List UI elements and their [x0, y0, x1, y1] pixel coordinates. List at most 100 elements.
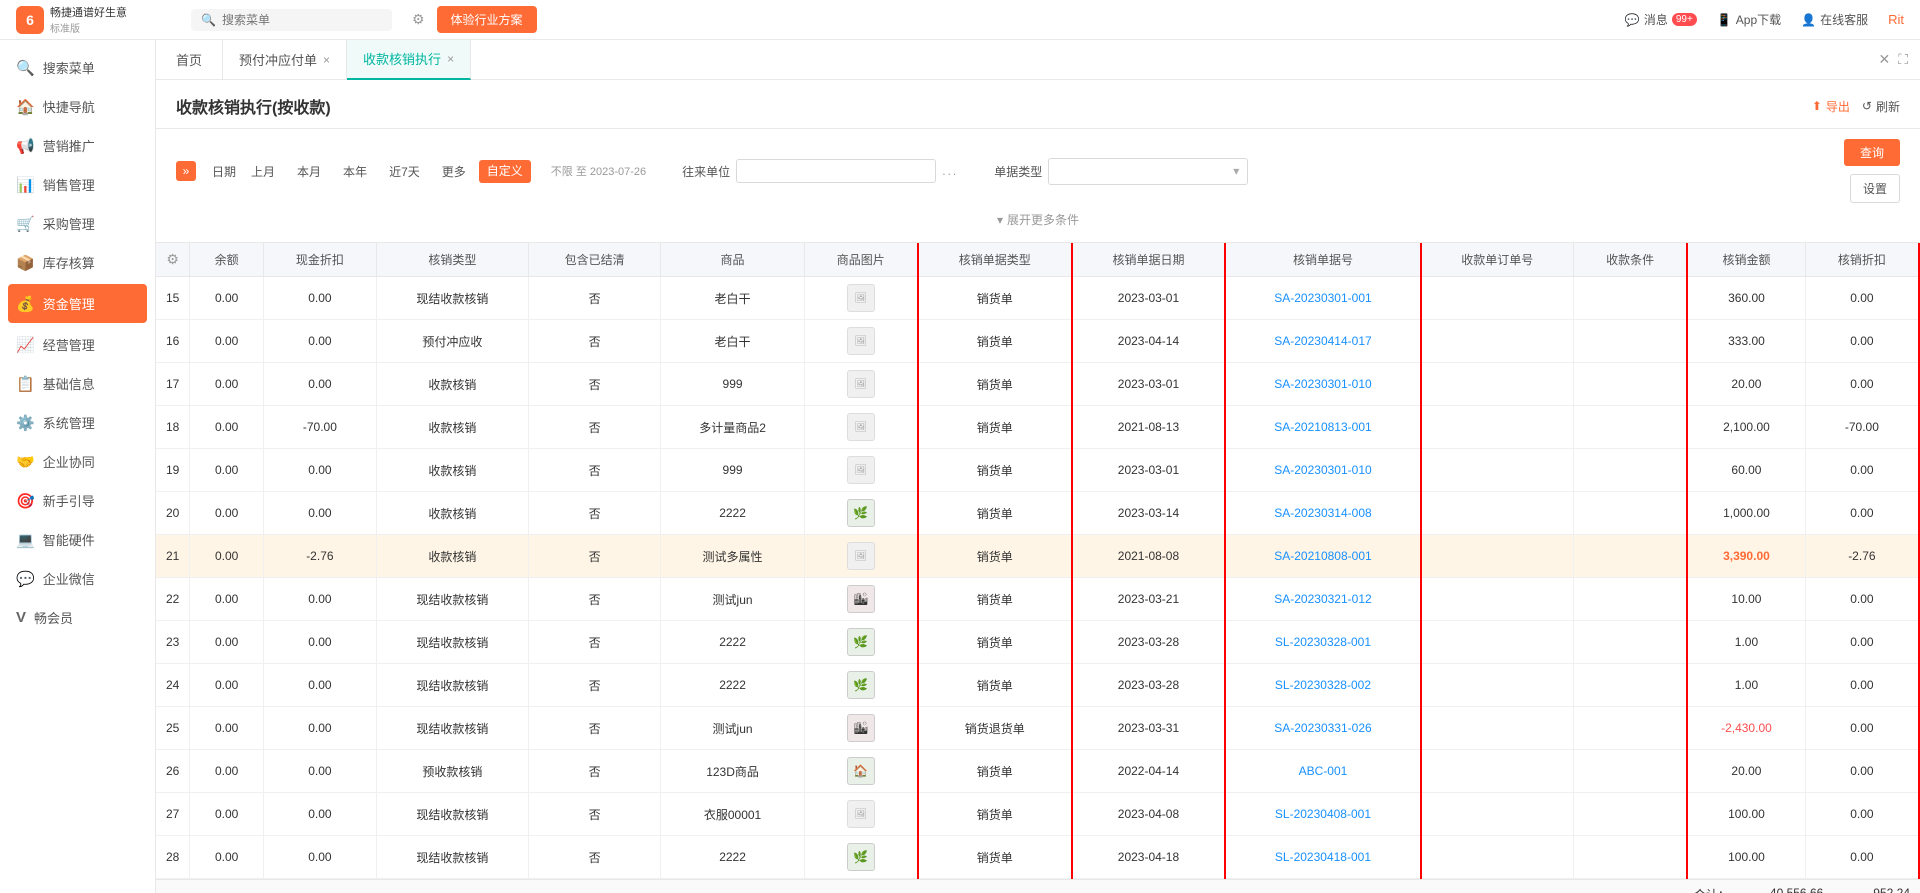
bill-no-link[interactable]: SA-20230321-012 [1274, 592, 1371, 606]
cell-bill-no[interactable]: SA-20230314-008 [1225, 492, 1420, 535]
gear-icon[interactable]: ⚙ [412, 11, 425, 28]
app-download-action[interactable]: 📱 App下载 [1717, 11, 1781, 28]
cell-included: 否 [528, 320, 660, 363]
sidebar-item-purchase[interactable]: 🛒 采购管理 [0, 204, 155, 243]
tab1-close-icon[interactable]: × [323, 53, 330, 67]
basic-icon: 📋 [16, 375, 35, 393]
cell-bill-date: 2023-04-14 [1072, 320, 1226, 363]
tab-prepay[interactable]: 预付冲应付单 × [223, 40, 347, 80]
sidebar-item-nav[interactable]: 🏠 快捷导航 [0, 87, 155, 126]
bill-no-link[interactable]: SA-20210808-001 [1274, 549, 1371, 563]
cell-discount: 0.00 [1805, 750, 1919, 793]
cell-bill-no[interactable]: SA-20230331-026 [1225, 707, 1420, 750]
online-service-action[interactable]: 👤 在线客服 [1801, 11, 1868, 28]
product-image-placeholder: 🖼 [847, 800, 875, 828]
cell-num: 18 [156, 406, 190, 449]
tab-home[interactable]: 首页 [156, 40, 223, 80]
refresh-button[interactable]: ↺ 刷新 [1862, 98, 1900, 115]
maximize-icon[interactable]: ⛶ [1898, 51, 1908, 68]
cell-bill-no[interactable]: SA-20230301-010 [1225, 363, 1420, 406]
product-image-placeholder: 🖼 [847, 542, 875, 570]
sidebar-item-search[interactable]: 🔍 搜索菜单 [0, 48, 155, 87]
bill-no-link[interactable]: SA-20230331-026 [1274, 721, 1371, 735]
last-month-btn[interactable]: 上月 [242, 160, 284, 183]
cell-bill-no[interactable]: ABC-001 [1225, 750, 1420, 793]
sidebar-item-sales[interactable]: 📊 销售管理 [0, 165, 155, 204]
bill-no-link[interactable]: ABC-001 [1299, 764, 1348, 778]
custom-btn[interactable]: 自定义 [479, 160, 531, 183]
this-month-btn[interactable]: 本月 [288, 160, 330, 183]
cell-condition [1574, 449, 1688, 492]
tab-verify[interactable]: 收款核销执行 × [347, 40, 471, 80]
close-window-icon[interactable]: ✕ [1878, 51, 1890, 68]
cell-order-no [1421, 578, 1574, 621]
cell-cash-discount: 0.00 [263, 277, 376, 320]
unit-input[interactable] [736, 159, 936, 183]
cell-condition [1574, 836, 1688, 879]
cell-product: 2222 [661, 621, 804, 664]
date-filter: 日期 上月 本月 本年 近7天 更多 自定义 [212, 160, 531, 183]
sidebar-item-guide[interactable]: 🎯 新手引导 [0, 481, 155, 520]
main: 首页 预付冲应付单 × 收款核销执行 × ✕ ⛶ 收款核销执行(按收款) ⬆ [156, 40, 1920, 893]
sidebar-item-inventory[interactable]: 📦 库存核算 [0, 243, 155, 282]
bill-no-link[interactable]: SA-20210813-001 [1274, 420, 1371, 434]
tab2-close-icon[interactable]: × [447, 52, 454, 66]
sidebar-item-collab[interactable]: 🤝 企业协同 [0, 442, 155, 481]
table-wrapper[interactable]: ⚙ 余额 现金折扣 核销类型 包含已结清 商品 商品图片 核销单据类型 核销单据… [156, 243, 1920, 893]
th-condition: 收款条件 [1574, 243, 1688, 277]
cell-bill-no[interactable]: SL-20230418-001 [1225, 836, 1420, 879]
sidebar-item-member[interactable]: V 畅会员 [0, 598, 155, 637]
search-input[interactable] [222, 13, 382, 27]
cell-condition [1574, 320, 1688, 363]
query-button[interactable]: 查询 [1844, 139, 1900, 166]
column-settings-icon[interactable]: ⚙ [166, 251, 179, 267]
cell-bill-no[interactable]: SL-20230408-001 [1225, 793, 1420, 836]
th-settings[interactable]: ⚙ [156, 243, 190, 277]
sidebar-item-system[interactable]: ⚙️ 系统管理 [0, 403, 155, 442]
brand-logo: 6 [16, 6, 44, 34]
sidebar-item-basic[interactable]: 📋 基础信息 [0, 364, 155, 403]
cell-condition [1574, 664, 1688, 707]
cell-bill-no[interactable]: SL-20230328-001 [1225, 621, 1420, 664]
bill-no-link[interactable]: SL-20230418-001 [1275, 850, 1371, 864]
cell-product-img: 🖼 [804, 320, 918, 363]
cell-bill-no[interactable]: SA-20210813-001 [1225, 406, 1420, 449]
more-btn[interactable]: 更多 [433, 160, 475, 183]
bill-no-link[interactable]: SL-20230328-002 [1275, 678, 1371, 692]
solution-button[interactable]: 体验行业方案 [437, 6, 537, 33]
cell-product-img: 🌿 [804, 836, 918, 879]
bill-no-link[interactable]: SA-20230301-010 [1274, 377, 1371, 391]
bill-no-link[interactable]: SA-20230301-001 [1274, 291, 1371, 305]
bill-no-link[interactable]: SL-20230328-001 [1275, 635, 1371, 649]
export-button[interactable]: ⬆ 导出 [1812, 98, 1850, 115]
search-box[interactable]: 🔍 [191, 9, 392, 31]
cell-bill-type: 销货单 [918, 535, 1072, 578]
bill-no-link[interactable]: SL-20230408-001 [1275, 807, 1371, 821]
cell-bill-no[interactable]: SA-20230301-001 [1225, 277, 1420, 320]
bill-no-link[interactable]: SA-20230314-008 [1274, 506, 1371, 520]
th-verify-type: 核销类型 [376, 243, 528, 277]
cell-bill-no[interactable]: SA-20230414-017 [1225, 320, 1420, 363]
cell-condition [1574, 406, 1688, 449]
expand-conditions-btn[interactable]: ▾ 展开更多条件 [997, 211, 1079, 228]
message-action[interactable]: 💬 消息 99+ [1625, 11, 1697, 28]
unit-dots[interactable]: ... [942, 164, 958, 178]
cell-bill-no[interactable]: SL-20230328-002 [1225, 664, 1420, 707]
bill-no-link[interactable]: SA-20230414-017 [1274, 334, 1371, 348]
sidebar-item-wechat[interactable]: 💬 企业微信 [0, 559, 155, 598]
sidebar-item-finance[interactable]: 💰 资金管理 [8, 284, 147, 323]
bill-no-link[interactable]: SA-20230301-010 [1274, 463, 1371, 477]
top-bar: 6 畅捷通谱好生意 标准版 🔍 ⚙ 体验行业方案 💬 消息 99+ 📱 App下… [0, 0, 1920, 40]
filter-expand-arrow[interactable]: » [176, 161, 196, 181]
cell-included: 否 [528, 707, 660, 750]
sidebar-item-business[interactable]: 📈 经营管理 [0, 325, 155, 364]
bill-type-select[interactable] [1057, 163, 1233, 180]
cell-bill-no[interactable]: SA-20230321-012 [1225, 578, 1420, 621]
sidebar-item-hardware[interactable]: 💻 智能硬件 [0, 520, 155, 559]
this-year-btn[interactable]: 本年 [334, 160, 376, 183]
sidebar-item-marketing[interactable]: 📢 营销推广 [0, 126, 155, 165]
recent7-btn[interactable]: 近7天 [380, 160, 429, 183]
cell-bill-no[interactable]: SA-20230301-010 [1225, 449, 1420, 492]
settings-button[interactable]: 设置 [1850, 174, 1900, 203]
cell-bill-no[interactable]: SA-20210808-001 [1225, 535, 1420, 578]
